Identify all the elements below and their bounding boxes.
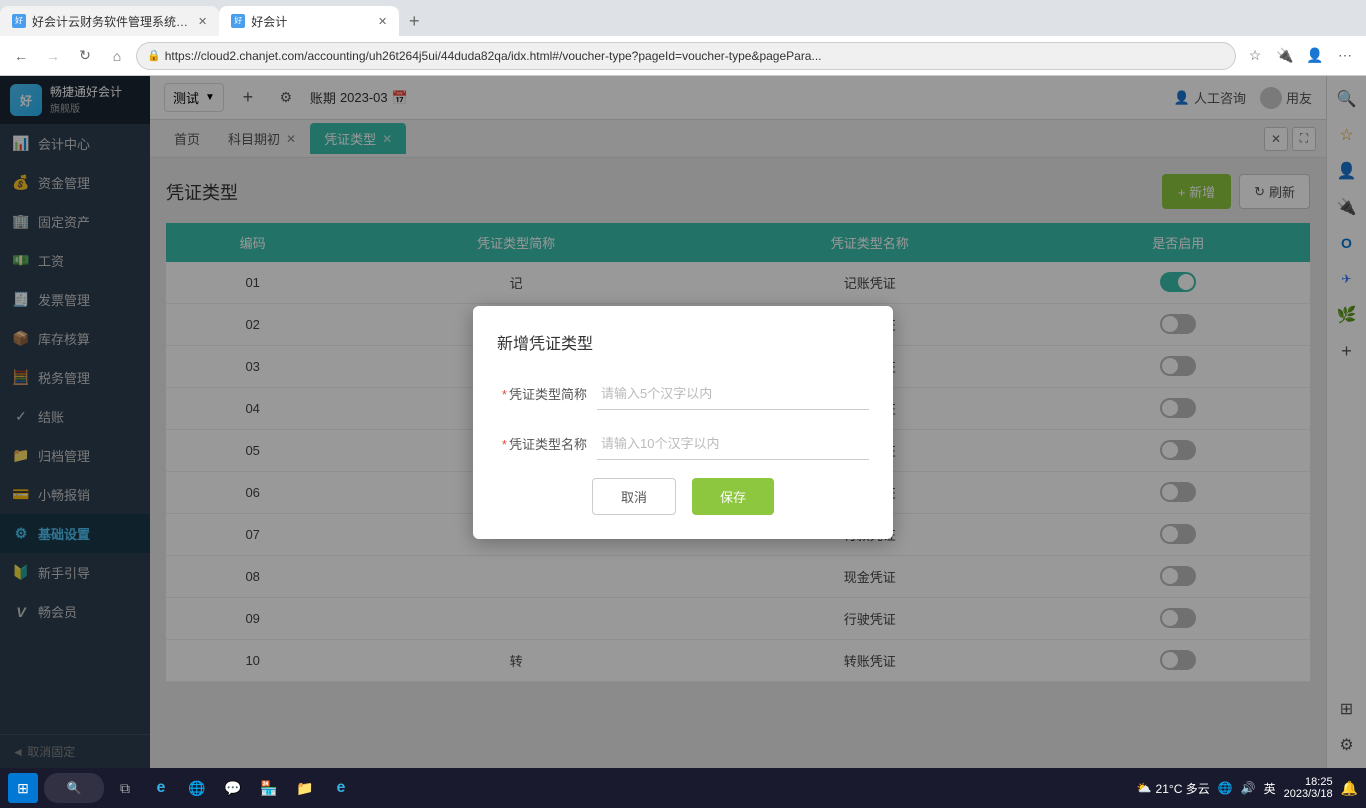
taskbar-folder[interactable]: 📁 (290, 773, 320, 803)
browser-tab-2[interactable]: 好 好会计 ✕ (219, 6, 399, 36)
browser-tab-1[interactable]: 好 好会计云财务软件管理系统_会计 ✕ (0, 6, 219, 36)
extension-icon[interactable]: 🔌 (1272, 43, 1298, 69)
taskbar-multitask[interactable]: ⧉ (110, 773, 140, 803)
tab2-title: 好会计 (251, 13, 287, 30)
start-button[interactable]: ⊞ (8, 773, 38, 803)
notification-icon[interactable]: 🔔 (1341, 780, 1358, 797)
lang-indicator[interactable]: 英 (1264, 780, 1276, 797)
browser-icons: ☆ 🔌 👤 ⋯ (1242, 43, 1358, 69)
tab1-favicon: 好 (12, 14, 26, 28)
volume-icon[interactable]: 🔊 (1241, 781, 1256, 795)
date: 2023/3/18 (1284, 788, 1333, 800)
weather-icon: ⛅ (1137, 781, 1152, 795)
edge2-icon: e (337, 779, 346, 797)
weather-info: ⛅ 21°C 多云 (1137, 780, 1210, 797)
bookmark-icon[interactable]: ☆ (1242, 43, 1268, 69)
name-label: *凭证类型名称 (497, 434, 597, 453)
nav-refresh-btn[interactable]: ↻ (72, 43, 98, 69)
nav-home-btn[interactable]: ⌂ (104, 43, 130, 69)
url-bar[interactable]: 🔒 https://cloud2.chanjet.com/accounting/… (136, 42, 1236, 70)
cancel-button[interactable]: 取消 (592, 478, 676, 515)
taskbar-right: ⛅ 21°C 多云 🌐 🔊 英 18:25 2023/3/18 🔔 (1137, 776, 1358, 800)
taskbar-chrome[interactable]: 🌐 (182, 773, 212, 803)
modal-actions: 取消 保存 (497, 478, 869, 515)
taskbar-wechat[interactable]: 💬 (218, 773, 248, 803)
wechat-icon: 💬 (224, 780, 241, 797)
new-tab-btn[interactable]: + (399, 6, 429, 36)
tab2-close[interactable]: ✕ (378, 15, 387, 28)
url-text: https://cloud2.chanjet.com/accounting/uh… (165, 49, 822, 63)
tab1-close[interactable]: ✕ (198, 15, 207, 28)
browser-chrome: 好 好会计云财务软件管理系统_会计 ✕ 好 好会计 ✕ + ← → ↻ ⌂ 🔒 … (0, 0, 1366, 76)
save-button[interactable]: 保存 (692, 478, 774, 515)
tab2-favicon: 好 (231, 14, 245, 28)
profile-icon[interactable]: 👤 (1302, 43, 1328, 69)
clock: 18:25 2023/3/18 (1284, 776, 1333, 800)
network-icon[interactable]: 🌐 (1218, 781, 1233, 795)
nav-forward-btn[interactable]: → (40, 43, 66, 69)
lock-icon: 🔒 (147, 49, 161, 62)
taskbar: ⊞ 🔍 ⧉ e 🌐 💬 🏪 📁 e ⛅ 21°C 多云 🌐 🔊 英 18:25 … (0, 768, 1366, 808)
modal-form: *凭证类型简称 *凭证类型名称 (497, 378, 869, 460)
abbr-required: * (502, 387, 507, 402)
abbr-label: *凭证类型简称 (497, 384, 597, 403)
store-icon: 🏪 (260, 780, 277, 797)
tab-bar: 好 好会计云财务软件管理系统_会计 ✕ 好 好会计 ✕ + (0, 0, 1366, 36)
modal-overlay: 新增凭证类型 *凭证类型简称 *凭证类型名称 取消 保存 (0, 76, 1366, 768)
taskbar-edge2[interactable]: e (326, 773, 356, 803)
taskbar-search-icon: 🔍 (67, 781, 82, 795)
time: 18:25 (1284, 776, 1333, 788)
weather-text: 21°C 多云 (1156, 780, 1210, 797)
chrome-icon: 🌐 (188, 780, 205, 797)
name-required: * (502, 437, 507, 452)
multitask-icon: ⧉ (120, 780, 130, 797)
folder-icon: 📁 (296, 780, 313, 797)
address-bar: ← → ↻ ⌂ 🔒 https://cloud2.chanjet.com/acc… (0, 36, 1366, 76)
abbr-row: *凭证类型简称 (497, 378, 869, 410)
taskbar-edge[interactable]: e (146, 773, 176, 803)
name-input[interactable] (597, 428, 869, 460)
modal-title: 新增凭证类型 (497, 330, 869, 354)
edge-icon: e (157, 779, 166, 797)
tab1-title: 好会计云财务软件管理系统_会计 (32, 13, 192, 30)
nav-back-btn[interactable]: ← (8, 43, 34, 69)
taskbar-search[interactable]: 🔍 (44, 773, 104, 803)
modal-dialog: 新增凭证类型 *凭证类型简称 *凭证类型名称 取消 保存 (473, 306, 893, 539)
more-icon[interactable]: ⋯ (1332, 43, 1358, 69)
name-row: *凭证类型名称 (497, 428, 869, 460)
taskbar-store[interactable]: 🏪 (254, 773, 284, 803)
abbr-input[interactable] (597, 378, 869, 410)
